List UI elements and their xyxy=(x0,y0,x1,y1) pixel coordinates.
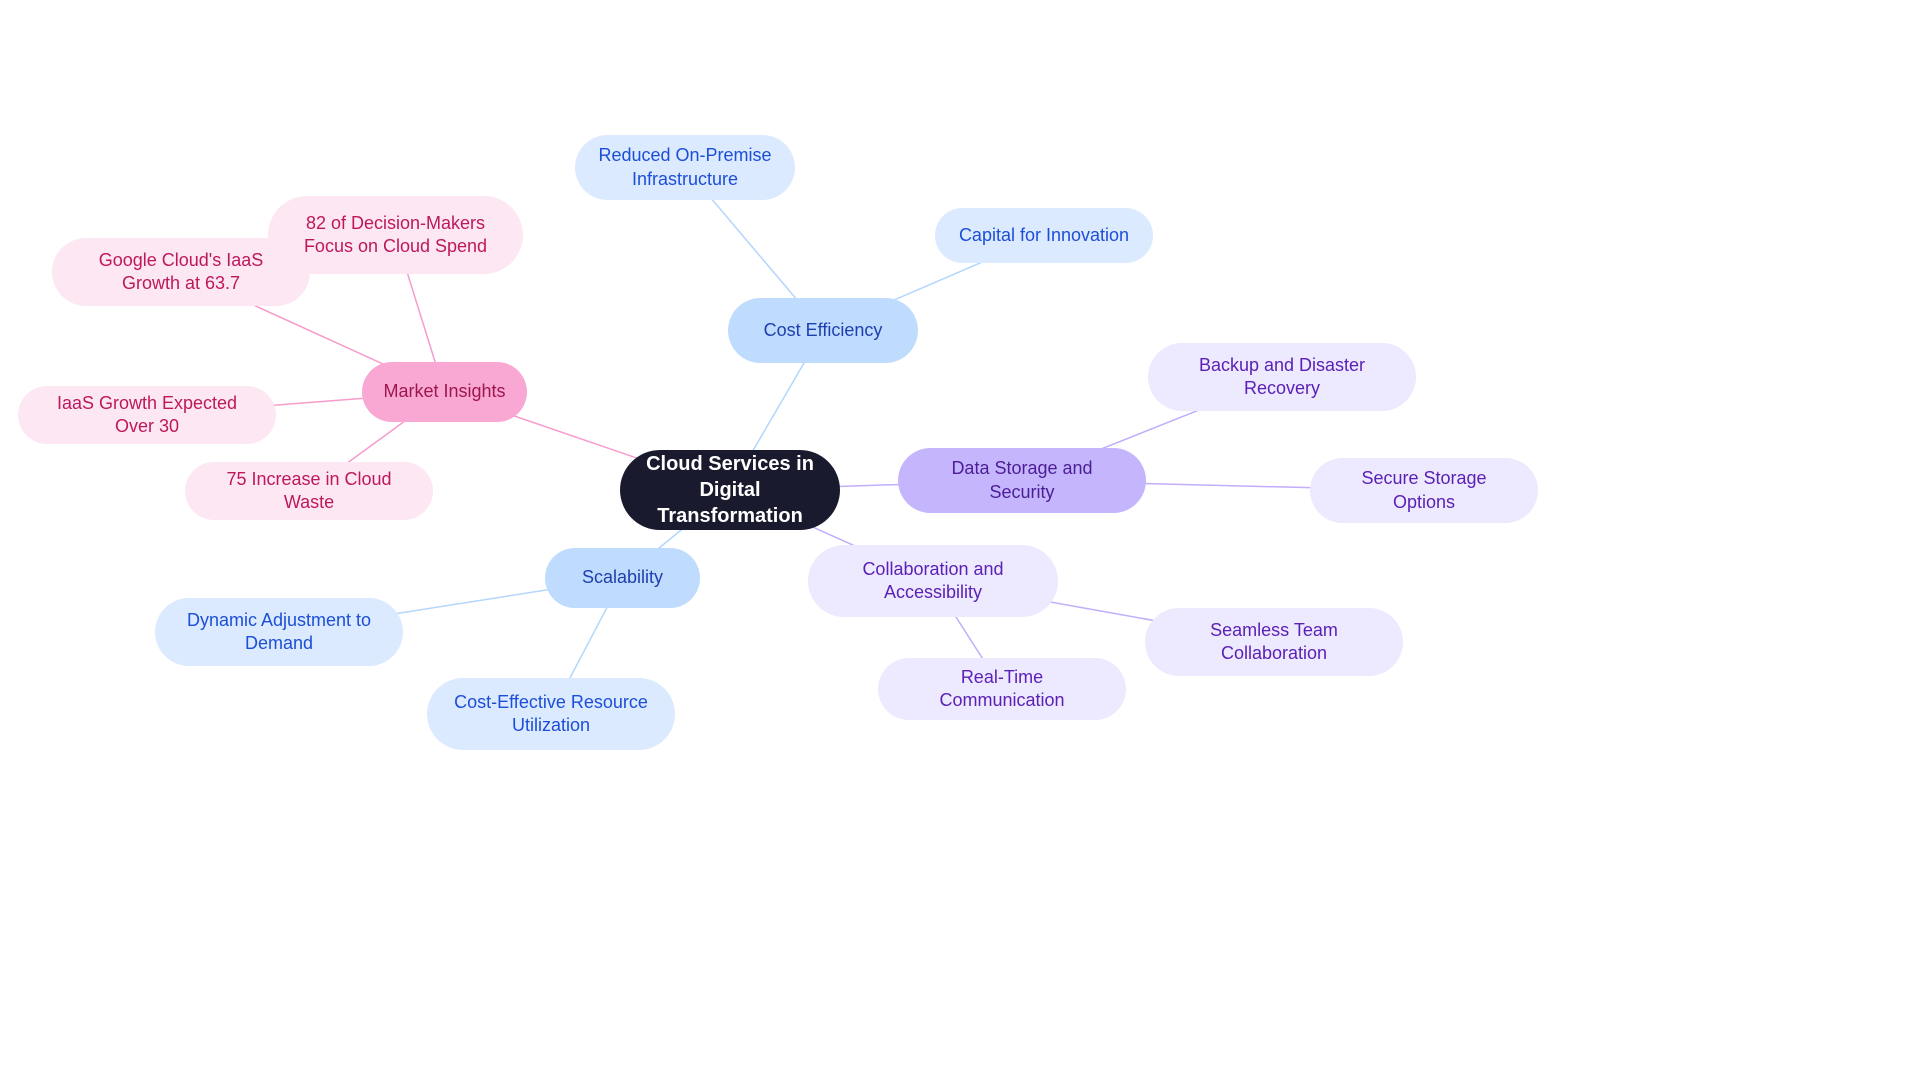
center-node: Cloud Services in Digital Transformation xyxy=(620,450,840,530)
node-capital-innovation[interactable]: Capital for Innovation xyxy=(935,208,1153,263)
node-cost-effective[interactable]: Cost-Effective Resource Utilization xyxy=(427,678,675,750)
node-reduced-on-premise[interactable]: Reduced On-Premise Infrastructure xyxy=(575,135,795,200)
node-google-cloud[interactable]: Google Cloud's IaaS Growth at 63.7 xyxy=(52,238,310,306)
node-seamless-collab[interactable]: Seamless Team Collaboration xyxy=(1145,608,1403,676)
node-dynamic-adjustment[interactable]: Dynamic Adjustment to Demand xyxy=(155,598,403,666)
node-market-insights[interactable]: Market Insights xyxy=(362,362,527,422)
node-cost-efficiency[interactable]: Cost Efficiency xyxy=(728,298,918,363)
node-backup-recovery[interactable]: Backup and Disaster Recovery xyxy=(1148,343,1416,411)
node-cloud-waste[interactable]: 75 Increase in Cloud Waste xyxy=(185,462,433,520)
node-scalability[interactable]: Scalability xyxy=(545,548,700,608)
node-collab-access[interactable]: Collaboration and Accessibility xyxy=(808,545,1058,617)
node-data-storage[interactable]: Data Storage and Security xyxy=(898,448,1146,513)
node-secure-storage[interactable]: Secure Storage Options xyxy=(1310,458,1538,523)
node-iaas-growth[interactable]: IaaS Growth Expected Over 30 xyxy=(18,386,276,444)
node-realtime-comm[interactable]: Real-Time Communication xyxy=(878,658,1126,720)
